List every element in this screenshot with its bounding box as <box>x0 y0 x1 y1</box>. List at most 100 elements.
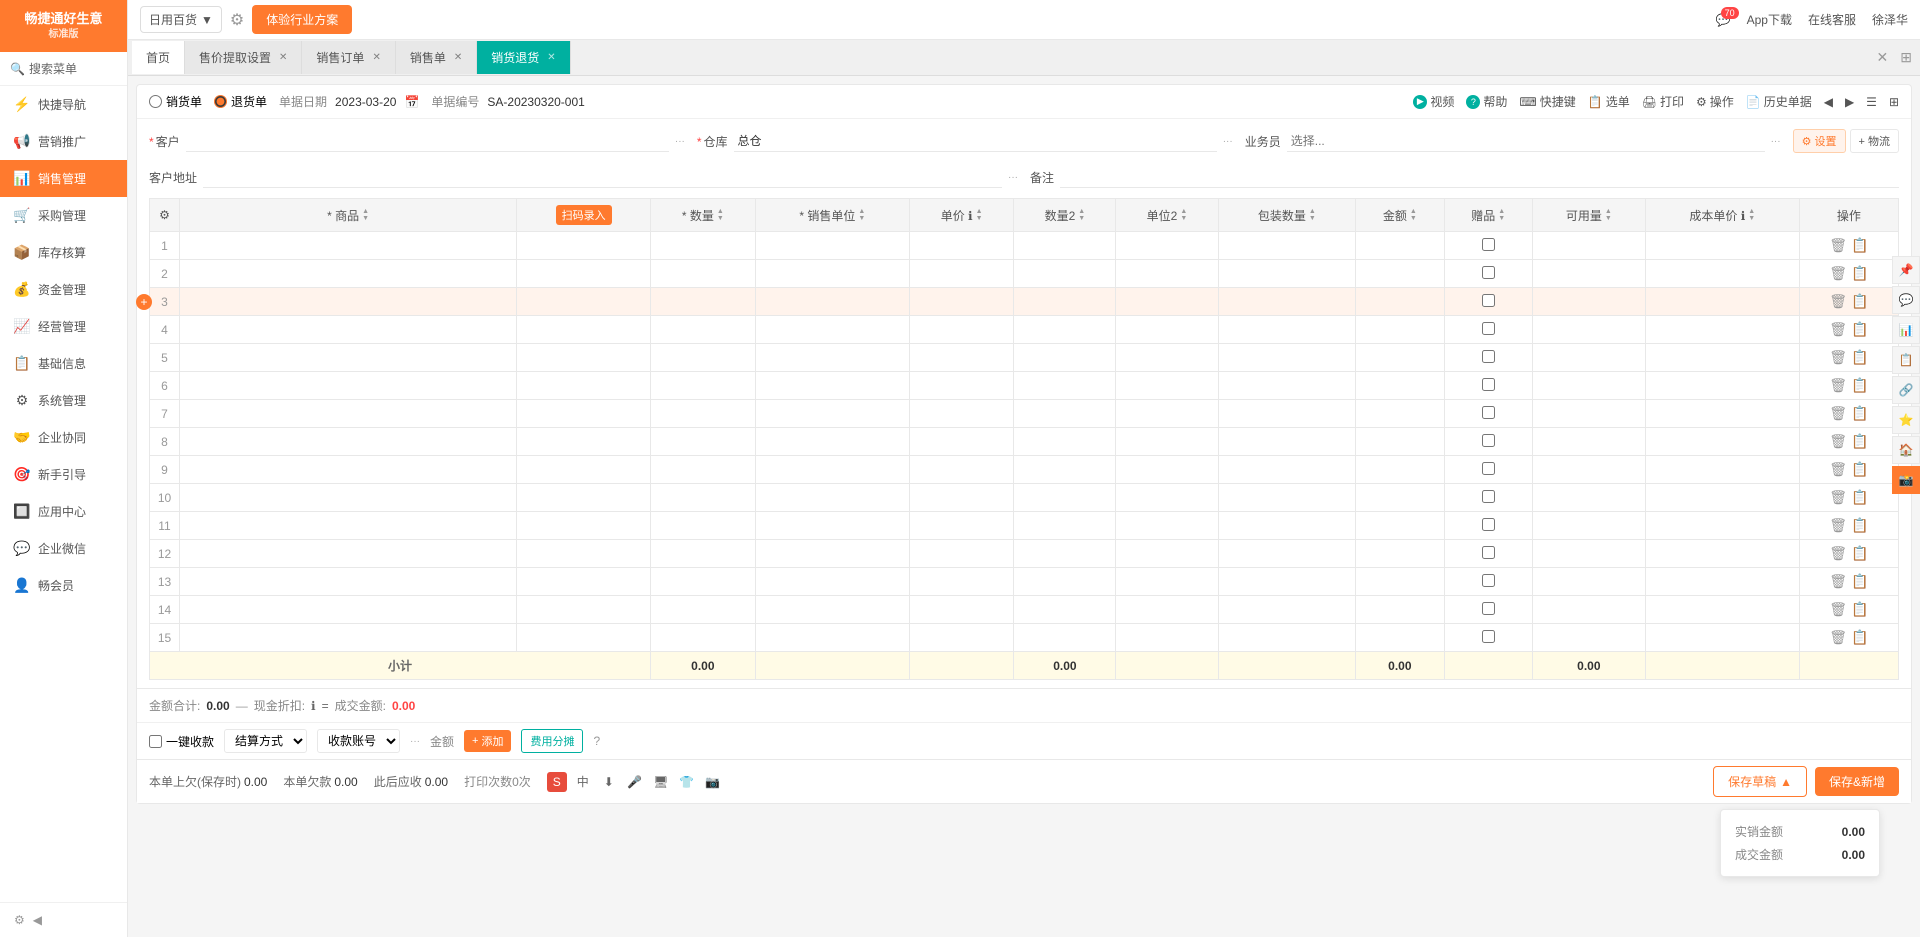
delete-btn-15[interactable]: 🗑 <box>1829 629 1847 646</box>
sidebar-item-marketing[interactable]: 📢 营销推广 <box>0 123 127 160</box>
nav-next[interactable]: ▶ <box>1845 95 1854 109</box>
gift-cell-4[interactable] <box>1444 316 1532 344</box>
qty-cell-3[interactable] <box>650 288 755 316</box>
right-btn-4[interactable]: 📋 <box>1892 346 1920 374</box>
cost-unit-cell-2[interactable] <box>1645 260 1799 288</box>
tab-2[interactable]: 销售订单✕ <box>302 41 395 74</box>
pkg-qty-cell-15[interactable] <box>1218 624 1356 652</box>
qty2-cell-5[interactable] <box>1014 344 1116 372</box>
radio-return[interactable]: 退货单 <box>214 93 267 110</box>
pkg-qty-cell-5[interactable] <box>1218 344 1356 372</box>
delete-btn-14[interactable]: 🗑 <box>1829 601 1847 618</box>
gift-cell-2[interactable] <box>1444 260 1532 288</box>
message-icon[interactable]: 💬 70 <box>1716 13 1731 27</box>
amount-cell-9[interactable] <box>1356 456 1444 484</box>
unit-price-cell-2[interactable] <box>909 260 1014 288</box>
product-cell-5[interactable] <box>180 344 517 372</box>
unit-price-cell-5[interactable] <box>909 344 1014 372</box>
unit2-cell-6[interactable] <box>1116 372 1218 400</box>
right-btn-7[interactable]: 🏠 <box>1892 436 1920 464</box>
sales-unit-cell-8[interactable] <box>755 428 909 456</box>
tab-close-icon[interactable]: ✕ <box>1873 47 1893 68</box>
task-icon-3[interactable]: ⬇ <box>599 772 619 792</box>
amount-cell-11[interactable] <box>1356 512 1444 540</box>
copy-btn-5[interactable]: 📋 <box>1851 349 1868 366</box>
task-icon-5[interactable]: 🖥 <box>651 772 671 792</box>
add-btn[interactable]: + 添加 <box>464 730 511 752</box>
amount-cell-6[interactable] <box>1356 372 1444 400</box>
tab-0[interactable]: 首页 <box>132 41 185 74</box>
app-download-link[interactable]: App下载 <box>1747 11 1792 28</box>
delete-btn-9[interactable]: 🗑 <box>1829 461 1847 478</box>
product-cell-4[interactable] <box>180 316 517 344</box>
unit2-cell-1[interactable] <box>1116 232 1218 260</box>
product-cell-10[interactable] <box>180 484 517 512</box>
available-cell-11[interactable] <box>1532 512 1645 540</box>
pkg-qty-cell-11[interactable] <box>1218 512 1356 540</box>
tab-expand-icon[interactable]: ⊞ <box>1896 47 1916 68</box>
qty2-cell-10[interactable] <box>1014 484 1116 512</box>
pkg-qty-cell-12[interactable] <box>1218 540 1356 568</box>
payment-method-select[interactable]: 结算方式 <box>224 729 307 753</box>
gift-checkbox-1[interactable] <box>1482 238 1495 251</box>
sales-unit-cell-3[interactable] <box>755 288 909 316</box>
tab-3[interactable]: 销售单✕ <box>396 41 477 74</box>
pkg-qty-cell-3[interactable] <box>1218 288 1356 316</box>
search-menu[interactable]: 🔍 搜索菜单 <box>0 52 127 86</box>
unit-price-cell-10[interactable] <box>909 484 1014 512</box>
product-cell-14[interactable] <box>180 596 517 624</box>
gift-cell-11[interactable] <box>1444 512 1532 540</box>
col-gear[interactable]: ⚙ <box>150 199 180 232</box>
sidebar-item-finance[interactable]: 💰 资金管理 <box>0 271 127 308</box>
right-btn-2[interactable]: 💬 <box>1892 286 1920 314</box>
select-action[interactable]: 📋 选单 <box>1588 93 1630 110</box>
task-icon-6[interactable]: 👕 <box>677 772 697 792</box>
qty-cell-8[interactable] <box>650 428 755 456</box>
view-grid-icon[interactable]: ⊞ <box>1889 95 1899 109</box>
sales-unit-cell-12[interactable] <box>755 540 909 568</box>
right-btn-6[interactable]: ⭐ <box>1892 406 1920 434</box>
cost-unit-cell-13[interactable] <box>1645 568 1799 596</box>
tab-4[interactable]: 销货退货✕ <box>477 41 570 74</box>
warehouse-input[interactable] <box>734 131 1217 152</box>
qty2-cell-15[interactable] <box>1014 624 1116 652</box>
gift-cell-12[interactable] <box>1444 540 1532 568</box>
tab-close-4[interactable]: ✕ <box>547 52 555 63</box>
qty-cell-15[interactable] <box>650 624 755 652</box>
sidebar-item-inventory[interactable]: 📦 库存核算 <box>0 234 127 271</box>
category-select[interactable]: 日用百货 ▼ <box>140 6 222 33</box>
qty-cell-11[interactable] <box>650 512 755 540</box>
qty-cell-2[interactable] <box>650 260 755 288</box>
copy-btn-13[interactable]: 📋 <box>1851 573 1868 590</box>
amount-cell-1[interactable] <box>1356 232 1444 260</box>
history-action[interactable]: 📄 历史单据 <box>1746 93 1812 110</box>
product-cell-2[interactable] <box>180 260 517 288</box>
unit-price-cell-12[interactable] <box>909 540 1014 568</box>
pkg-qty-cell-9[interactable] <box>1218 456 1356 484</box>
sales-unit-cell-11[interactable] <box>755 512 909 540</box>
copy-btn-12[interactable]: 📋 <box>1851 545 1868 562</box>
sidebar-item-basics[interactable]: 📋 基础信息 <box>0 345 127 382</box>
topbar-settings-icon[interactable]: ⚙ <box>230 10 244 30</box>
available-cell-9[interactable] <box>1532 456 1645 484</box>
unit-price-cell-4[interactable] <box>909 316 1014 344</box>
unit-price-cell-15[interactable] <box>909 624 1014 652</box>
cost-unit-cell-3[interactable] <box>1645 288 1799 316</box>
qty-cell-13[interactable] <box>650 568 755 596</box>
qty-cell-12[interactable] <box>650 540 755 568</box>
sidebar-item-system[interactable]: ⚙ 系统管理 <box>0 382 127 419</box>
one-click-pay-checkbox[interactable]: 一键收款 <box>149 733 214 750</box>
qty2-cell-13[interactable] <box>1014 568 1116 596</box>
available-cell-14[interactable] <box>1532 596 1645 624</box>
pkg-qty-cell-7[interactable] <box>1218 400 1356 428</box>
unit2-cell-14[interactable] <box>1116 596 1218 624</box>
unit-price-cell-3[interactable] <box>909 288 1014 316</box>
qty-cell-7[interactable] <box>650 400 755 428</box>
amount-cell-8[interactable] <box>1356 428 1444 456</box>
amount-cell-14[interactable] <box>1356 596 1444 624</box>
available-cell-12[interactable] <box>1532 540 1645 568</box>
unit2-cell-13[interactable] <box>1116 568 1218 596</box>
copy-btn-6[interactable]: 📋 <box>1851 377 1868 394</box>
available-cell-3[interactable] <box>1532 288 1645 316</box>
sidebar-item-guide[interactable]: 🎯 新手引导 <box>0 456 127 493</box>
